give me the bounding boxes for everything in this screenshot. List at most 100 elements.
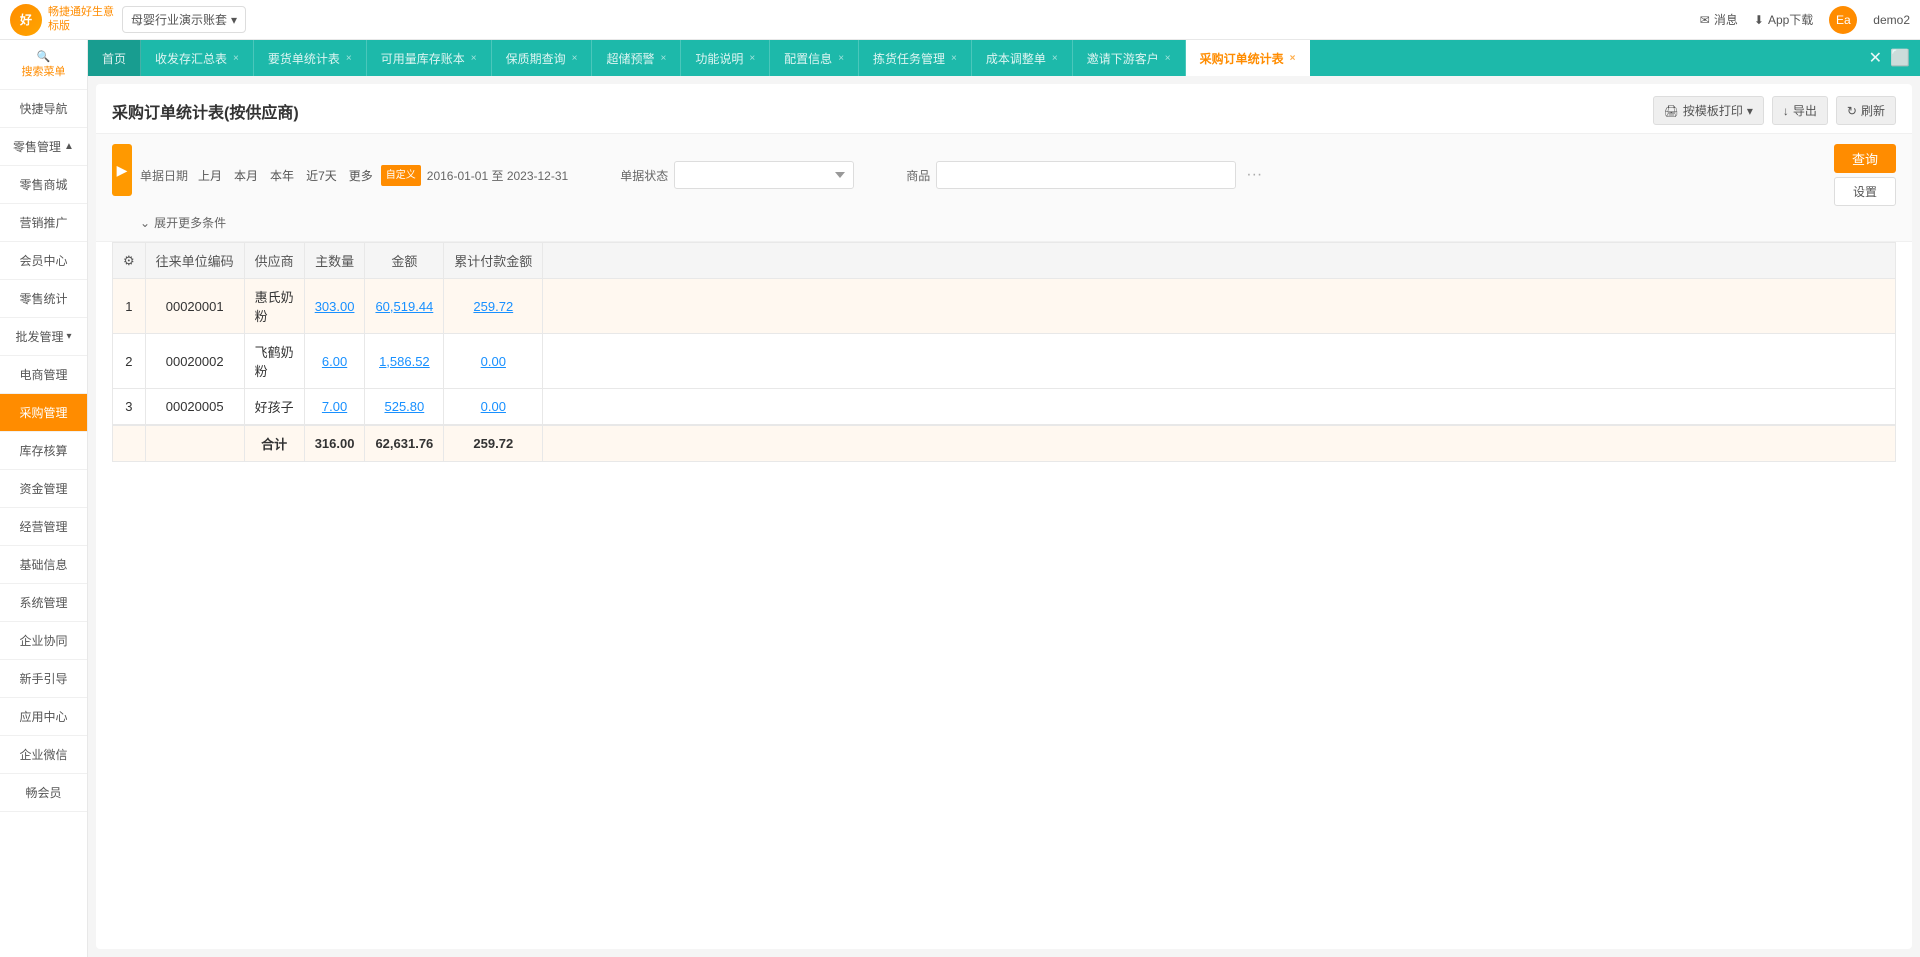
cell-qty[interactable]: 7.00 [304,389,365,426]
tab-invite-downstream[interactable]: 邀请下游客户 × [1073,40,1186,76]
sidebar-item-sys-mgmt[interactable]: 系统管理 [0,584,87,622]
shortcut-7days[interactable]: 近7天 [302,165,341,186]
status-select[interactable] [674,161,854,189]
sidebar-item-retail-mgmt[interactable]: 零售管理 ▲ [0,128,87,166]
tab-close-icon[interactable]: × [1165,53,1171,64]
th-amount: 金额 [365,243,444,279]
cell-paid[interactable]: 0.00 [444,389,543,426]
tab-bar: 首页 收发存汇总表 × 要货单统计表 × 可用量库存账本 × 保质期查询 × 超… [88,40,1920,76]
sidebar-item-wholesale[interactable]: 批发管理 ▾ [0,318,87,356]
footer-paid: 259.72 [444,425,543,462]
tab-close-icon[interactable]: × [233,53,239,64]
sidebar-item-retail-stat[interactable]: 零售统计 [0,280,87,318]
sidebar-item-member[interactable]: 会员中心 [0,242,87,280]
cell-amount[interactable]: 1,586.52 [365,334,444,389]
shortcut-this-year[interactable]: 本年 [266,165,298,186]
tab-close-icon[interactable]: × [1052,53,1058,64]
settings-btn[interactable]: 设置 [1834,177,1896,206]
tab-receive-summary[interactable]: 收发存汇总表 × [141,40,254,76]
sidebar-item-new-guide[interactable]: 新手引导 [0,660,87,698]
th-supplier: 供应商 [244,243,304,279]
tab-purchase-order-stats[interactable]: 采购订单统计表 × [1186,40,1311,76]
sidebar-item-finance[interactable]: 资金管理 [0,470,87,508]
export-btn[interactable]: ↓ 导出 [1772,96,1828,125]
sidebar-item-retail-shop[interactable]: 零售商城 [0,166,87,204]
sidebar-item-ecommerce[interactable]: 电商管理 [0,356,87,394]
workspace-selector[interactable]: 母婴行业演示账套 ▾ [122,6,246,33]
shortcut-more[interactable]: 更多 [345,165,377,186]
message-icon: ✉ [1700,13,1710,27]
tab-close-icon[interactable]: × [660,53,666,64]
cell-qty[interactable]: 6.00 [304,334,365,389]
filter-action-group: 查询 设置 [1834,144,1896,206]
tab-close-icon[interactable]: × [346,53,352,64]
search-icon: 🔍 [6,50,81,63]
collapse-filter-btn[interactable]: ▶ [112,144,132,196]
sidebar-item-inventory[interactable]: 库存核算 [0,432,87,470]
footer-qty: 316.00 [304,425,365,462]
sidebar-item-enterprise[interactable]: 企业协同 [0,622,87,660]
tab-maximize-icon[interactable]: ⬜ [1890,48,1910,68]
tab-close-icon[interactable]: × [838,53,844,64]
app-download-btn[interactable]: ⬇ App下载 [1754,11,1813,28]
chevron-icon: ▲ [64,141,74,152]
tab-available-inv[interactable]: 可用量库存账本 × [367,40,492,76]
top-bar-left: 好 畅捷通好生意 标版 母婴行业演示账套 ▾ [10,4,246,36]
query-btn[interactable]: 查询 [1834,144,1896,173]
tab-close-icon[interactable]: × [572,53,578,64]
table-area: ⚙ 往来单位编码 供应商 主数量 [96,242,1912,949]
table-row: 2 00020002 飞鹤奶粉 6.00 1,586.52 0.00 [113,334,1896,389]
refresh-icon: ↻ [1847,104,1857,118]
tab-func-desc[interactable]: 功能说明 × [681,40,770,76]
tab-cost-adjust[interactable]: 成本调整单 × [972,40,1073,76]
shortcut-this-month[interactable]: 本月 [230,165,262,186]
goods-input[interactable] [936,161,1236,189]
toggle-more-conditions[interactable]: ⌄ 展开更多条件 [140,214,1896,231]
tab-close-icon[interactable]: × [749,53,755,64]
cell-amount[interactable]: 525.80 [365,389,444,426]
cell-paid[interactable]: 259.72 [444,279,543,334]
shortcut-prev-month[interactable]: 上月 [194,165,226,186]
sidebar-item-ops[interactable]: 经营管理 [0,508,87,546]
print-btn[interactable]: 🖨 按模板打印 ▾ [1653,96,1764,125]
message-btn[interactable]: ✉ 消息 [1700,11,1738,28]
tab-purchase-stats[interactable]: 要货单统计表 × [254,40,367,76]
page-header: 采购订单统计表(按供应商) 🖨 按模板打印 ▾ ↓ 导出 ↻ 刷新 [96,84,1912,134]
footer-empty-2 [145,425,244,462]
sidebar-item-marketing[interactable]: 营销推广 [0,204,87,242]
refresh-btn[interactable]: ↻ 刷新 [1836,96,1896,125]
content-area: 首页 收发存汇总表 × 要货单统计表 × 可用量库存账本 × 保质期查询 × 超… [88,40,1920,957]
goods-more-btn[interactable]: ··· [1242,166,1266,184]
tab-close-icon[interactable]: × [471,53,477,64]
th-gear[interactable]: ⚙ [113,243,146,279]
tab-pick-task[interactable]: 拣货任务管理 × [859,40,972,76]
cell-paid[interactable]: 0.00 [444,334,543,389]
th-code: 往来单位编码 [145,243,244,279]
sidebar-item-purchase[interactable]: 采购管理 [0,394,87,432]
sidebar-item-search[interactable]: 🔍 搜索菜单 [0,40,87,90]
sidebar-item-basic-info[interactable]: 基础信息 [0,546,87,584]
cell-amount[interactable]: 60,519.44 [365,279,444,334]
tab-expiry-query[interactable]: 保质期查询 × [492,40,593,76]
page-header-actions: 🖨 按模板打印 ▾ ↓ 导出 ↻ 刷新 [1653,96,1896,125]
logo-icon: 好 [10,4,42,36]
sidebar-item-app-center[interactable]: 应用中心 [0,698,87,736]
tab-home[interactable]: 首页 [88,40,141,76]
cell-code: 00020002 [145,334,244,389]
user-avatar[interactable]: Ea [1829,6,1857,34]
tab-close-icon[interactable]: × [951,53,957,64]
sidebar-item-wechat[interactable]: 企业微信 [0,736,87,774]
status-label: 单据状态 [620,167,668,184]
chevron-icon2: ▾ [66,331,71,342]
tab-close-icon[interactable]: × [1290,53,1296,64]
cell-qty[interactable]: 303.00 [304,279,365,334]
tab-config-info[interactable]: 配置信息 × [770,40,859,76]
logo: 好 畅捷通好生意 标版 [10,4,114,36]
tab-close-all-icon[interactable]: ✕ [1869,48,1882,68]
sidebar-item-member2[interactable]: 畅会员 [0,774,87,812]
goods-label: 商品 [906,167,930,184]
sidebar-item-quick-nav[interactable]: 快捷导航 [0,90,87,128]
custom-badge: 自定义 [381,165,421,186]
tab-overstock[interactable]: 超储预警 × [592,40,681,76]
chevron-down-more-icon: ⌄ [140,216,150,230]
